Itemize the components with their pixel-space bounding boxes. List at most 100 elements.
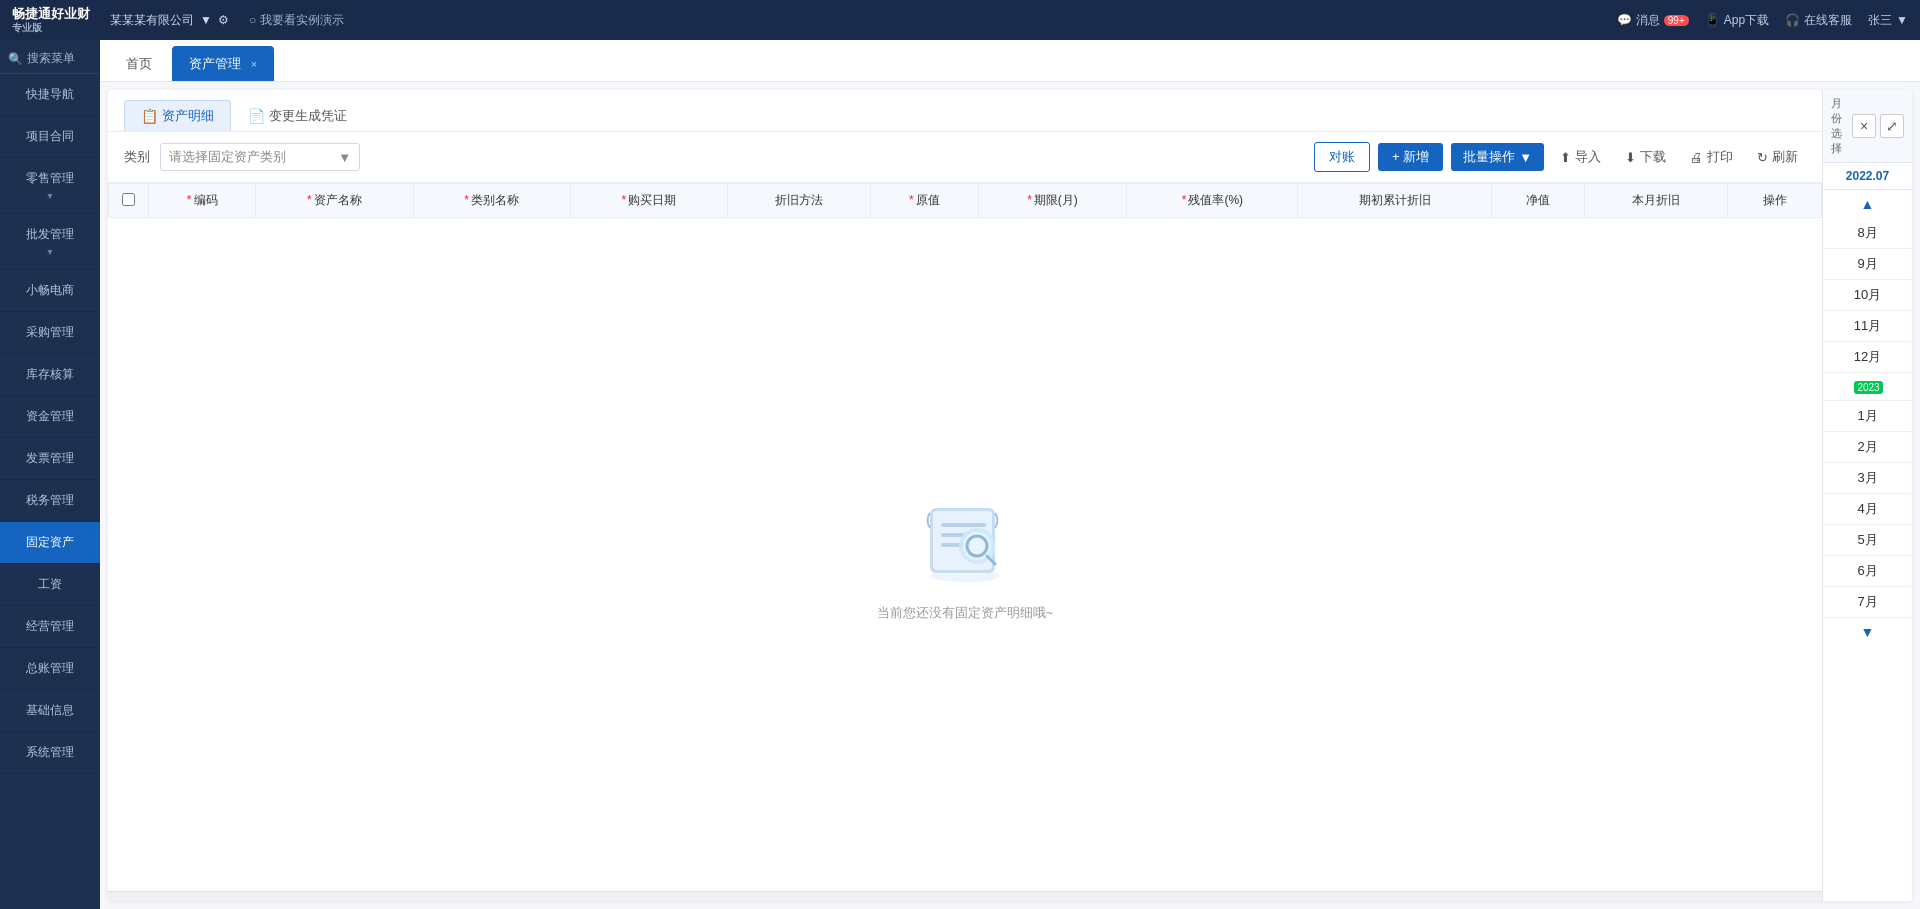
year-2023-badge: 2023: [1854, 381, 1882, 394]
bottom-scrollbar[interactable]: [108, 891, 1822, 901]
user-menu[interactable]: 张三 ▼: [1868, 12, 1908, 29]
search-menu-label: 搜索菜单: [27, 50, 75, 67]
app-logo: 畅捷通好业财 专业版: [12, 6, 90, 34]
tab-close-icon[interactable]: ×: [251, 58, 257, 70]
month-item-12[interactable]: 12月: [1823, 342, 1912, 373]
month-item-1[interactable]: 1月: [1823, 401, 1912, 432]
sidebar-item-retail[interactable]: 零售管理 ▼: [0, 158, 100, 214]
message-button[interactable]: 💬 消息 99+: [1617, 12, 1689, 29]
col-operation: 操作: [1728, 184, 1822, 218]
month-year-badge-row: 2023: [1823, 373, 1912, 401]
month-item-11[interactable]: 11月: [1823, 311, 1912, 342]
asset-detail-icon: 📋: [141, 108, 158, 124]
month-scroll-down[interactable]: ▼: [1823, 618, 1912, 646]
import-button[interactable]: ⬆ 导入: [1552, 143, 1609, 171]
select-all-header: [109, 184, 149, 218]
sidebar-item-assets[interactable]: 固定资产: [0, 522, 100, 564]
month-item-9[interactable]: 9月: [1823, 249, 1912, 280]
month-item-6[interactable]: 6月: [1823, 556, 1912, 587]
sidebar-item-inventory[interactable]: 库存核算: [0, 354, 100, 396]
content-area: 首页 资产管理 × 📋 资产明细 📄 变更生成凭证: [100, 40, 1920, 909]
table-area: *编码 *资产名称 *类别名称 *购买日期 折旧方法 *原值 *期限(月) *残…: [108, 183, 1822, 891]
month-item-7[interactable]: 7月: [1823, 587, 1912, 618]
sidebar-item-purchase[interactable]: 采购管理: [0, 312, 100, 354]
search-menu-item[interactable]: 🔍 搜索菜单: [0, 40, 100, 74]
search-icon: 🔍: [8, 52, 23, 66]
col-purchase-date: *购买日期: [570, 184, 727, 218]
sidebar-item-payroll[interactable]: 工资: [0, 564, 100, 606]
download-button[interactable]: ⬇ 下载: [1617, 143, 1674, 171]
category-label: 类别: [124, 148, 150, 166]
category-select[interactable]: 请选择固定资产类别 ▼: [160, 143, 360, 171]
sidebar: 🔍 搜索菜单 快捷导航 项目合同 零售管理 ▼ 批发管理 ▼ 小畅电商 采购管理…: [0, 40, 100, 909]
online-service-button[interactable]: 🎧 在线客服: [1785, 12, 1852, 29]
refresh-button[interactable]: ↻ 刷新: [1749, 143, 1806, 171]
col-monthly-dep: 本月折旧: [1585, 184, 1728, 218]
month-scroll-up[interactable]: ▲: [1823, 190, 1912, 218]
month-panel-header: 月份选择: [1831, 96, 1852, 156]
sidebar-item-invoice[interactable]: 发票管理: [0, 438, 100, 480]
empty-state: 当前您还没有固定资产明细哦~: [108, 218, 1822, 891]
assets-table: *编码 *资产名称 *类别名称 *购买日期 折旧方法 *原值 *期限(月) *残…: [108, 183, 1822, 218]
sidebar-item-basicinfo[interactable]: 基础信息: [0, 690, 100, 732]
select-all-checkbox[interactable]: [122, 193, 135, 206]
phone-icon: 📱: [1705, 13, 1720, 27]
month-item-8[interactable]: 8月: [1823, 218, 1912, 249]
month-panel: 月份选择 × ⤢ 2022.07 ▲ 8月 9月 10月 11月 12月 202…: [1822, 90, 1912, 901]
panel-expand-button[interactable]: ⤢: [1880, 114, 1904, 138]
sidebar-item-project[interactable]: 项目合同: [0, 116, 100, 158]
sub-tab-asset-detail[interactable]: 📋 资产明细: [124, 100, 231, 131]
col-original-value: *原值: [871, 184, 978, 218]
wholesale-arrow-icon: ▼: [46, 247, 55, 257]
duizhang-button[interactable]: 对账: [1314, 142, 1370, 172]
panel-close-button[interactable]: ×: [1852, 114, 1876, 138]
tab-home[interactable]: 首页: [110, 47, 168, 81]
sidebar-item-finance[interactable]: 资金管理: [0, 396, 100, 438]
category-chevron-icon: ▼: [338, 150, 351, 165]
nav-tabs: 首页 资产管理 ×: [100, 40, 1920, 82]
sidebar-item-ledger[interactable]: 总账管理: [0, 648, 100, 690]
settings-icon[interactable]: ⚙: [218, 13, 229, 27]
chevron-down-icon: ▼: [200, 13, 212, 27]
top-bar: 畅捷通好业财 专业版 某某某有限公司 ▼ ⚙ ○ 我要看实例演示 💬 消息 99…: [0, 0, 1920, 40]
month-item-5[interactable]: 5月: [1823, 525, 1912, 556]
add-button[interactable]: + 新增: [1378, 143, 1443, 171]
sidebar-item-tax[interactable]: 税务管理: [0, 480, 100, 522]
sidebar-item-system[interactable]: 系统管理: [0, 732, 100, 774]
print-icon: 🖨: [1690, 150, 1703, 165]
user-name: 张三: [1868, 12, 1892, 29]
demo-icon: ○: [249, 13, 256, 27]
sidebar-item-quicknav[interactable]: 快捷导航: [0, 74, 100, 116]
toolbar: 类别 请选择固定资产类别 ▼ 对账 + 新增 批量操作 ▼: [108, 132, 1822, 183]
print-button[interactable]: 🖨 打印: [1682, 143, 1741, 171]
app-download-button[interactable]: 📱 App下载: [1705, 12, 1769, 29]
sub-tab-change-voucher[interactable]: 📄 变更生成凭证: [231, 100, 364, 131]
sub-tab-asset-detail-label: 资产明细: [162, 107, 214, 125]
sidebar-item-business[interactable]: 经营管理: [0, 606, 100, 648]
month-item-2[interactable]: 2月: [1823, 432, 1912, 463]
col-code: *编码: [149, 184, 256, 218]
demo-link[interactable]: ○ 我要看实例演示: [249, 12, 344, 29]
change-voucher-icon: 📄: [248, 108, 265, 124]
tab-asset-management[interactable]: 资产管理 ×: [172, 46, 274, 81]
month-item-3[interactable]: 3月: [1823, 463, 1912, 494]
page-inner: 📋 资产明细 📄 变更生成凭证 类别 请选择固定资产类别 ▼: [108, 90, 1822, 901]
month-item-10[interactable]: 10月: [1823, 280, 1912, 311]
col-residual-rate: *残值率(%): [1127, 184, 1298, 218]
app-name: 畅捷通好业财: [12, 6, 90, 22]
app-edition: 专业版: [12, 22, 90, 34]
svg-rect-3: [941, 523, 986, 527]
col-depreciation-method: 折旧方法: [727, 184, 870, 218]
sidebar-item-wholesale[interactable]: 批发管理 ▼: [0, 214, 100, 270]
category-placeholder: 请选择固定资产类别: [169, 148, 286, 166]
download-icon: ⬇: [1625, 150, 1636, 165]
col-category: *类别名称: [413, 184, 570, 218]
message-label: 消息: [1636, 12, 1660, 29]
service-icon: 🎧: [1785, 13, 1800, 27]
sidebar-item-ecommerce[interactable]: 小畅电商: [0, 270, 100, 312]
company-selector[interactable]: 某某某有限公司 ▼ ⚙: [110, 12, 229, 29]
month-item-4[interactable]: 4月: [1823, 494, 1912, 525]
batch-button[interactable]: 批量操作 ▼: [1451, 143, 1544, 171]
message-badge: 99+: [1664, 15, 1689, 26]
empty-icon: [905, 488, 1025, 588]
